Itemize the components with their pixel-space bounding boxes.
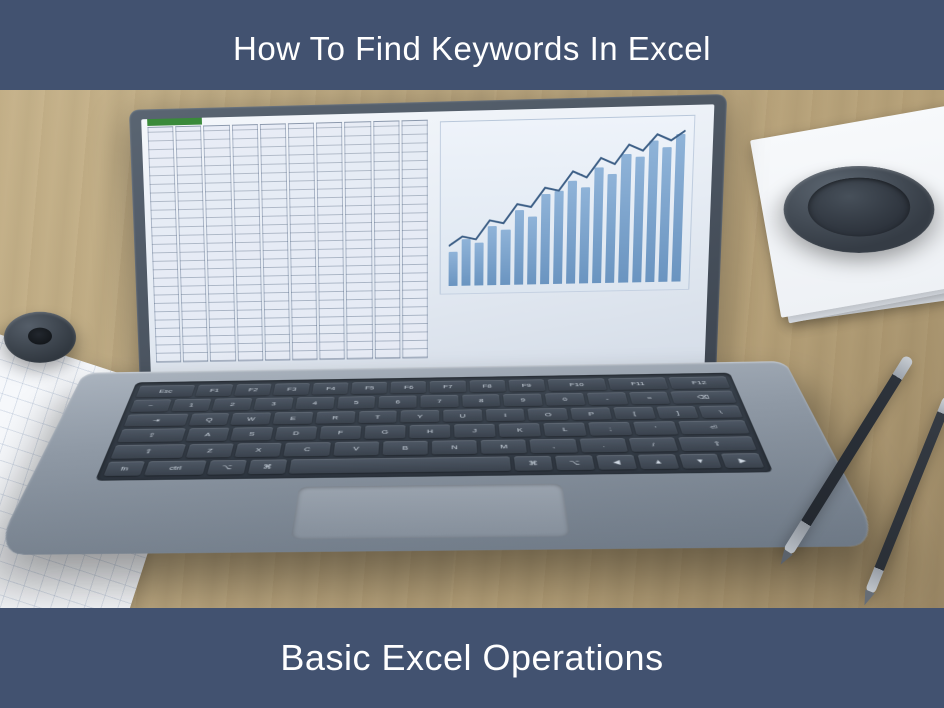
keyboard-key: G [364, 425, 405, 439]
keyboard-key: F3 [273, 383, 310, 395]
hero-image: EscF1F2F3F4 F5F6 F7F8F9F10F11F12 ~123456789… [0, 90, 944, 608]
keyboard-key: . [579, 438, 628, 452]
keyboard-key: ; [588, 422, 632, 436]
laptop-base: EscF1F2F3F4 F5F6 F7F8F9F10F11F12 ~123456789… [0, 361, 882, 555]
keyboard-key: Z [186, 444, 234, 458]
keyboard-key: 7 [421, 395, 459, 408]
earbud-device [2, 312, 78, 363]
keyboard-key: 5 [337, 396, 376, 409]
keyboard-key: Esc [136, 385, 195, 397]
keyboard-key: / [629, 438, 679, 452]
keyboard-key: - [587, 392, 628, 405]
spreadsheet-chart [440, 115, 696, 295]
keyboard-key: F9 [508, 379, 545, 391]
keyboard-key: F8 [469, 380, 505, 392]
keyboard-key: \ [699, 405, 743, 418]
keyboard-key: ⏎ [679, 421, 750, 435]
keyboard-key: 0 [545, 393, 585, 406]
keyboard-key: 8 [462, 394, 501, 407]
laptop-keyboard: EscF1F2F3F4 F5F6 F7F8F9F10F11F12 ~123456789… [95, 373, 773, 481]
keyboard-key: ⌥ [207, 460, 247, 475]
keyboard-key: ' [633, 422, 678, 436]
keyboard-key: Q [188, 413, 229, 426]
keyboard-key: ~ [130, 399, 171, 412]
page-title: How To Find Keywords In Excel [233, 30, 711, 68]
keyboard-key: F5 [352, 382, 388, 394]
keyboard-key: = [629, 392, 671, 405]
laptop: EscF1F2F3F4 F5F6 F7F8F9F10F11F12 ~123456789… [75, 104, 774, 608]
keyboard-key: 6 [379, 395, 417, 408]
keyboard-key: ▶ [721, 453, 764, 468]
keyboard-key: ctrl [144, 461, 206, 476]
keyboard-key: M [481, 440, 527, 454]
keyboard-key: ⇧ [678, 437, 757, 452]
keyboard-key [289, 457, 511, 474]
keyboard-key: ▲ [638, 454, 680, 469]
keyboard-key: S [230, 427, 273, 441]
keyboard-key: U [443, 409, 482, 422]
keyboard-key: D [275, 427, 317, 441]
keyboard-key: ⌥ [555, 455, 595, 470]
keyboard-key: ◀ [596, 455, 637, 470]
keyboard-key: ⇥ [124, 413, 189, 426]
keyboard-key: X [235, 443, 282, 457]
header-bar: How To Find Keywords In Excel [0, 0, 944, 90]
keyboard-key: F1 [195, 384, 233, 396]
tutorial-card: How To Find Keywords In Excel [0, 0, 944, 708]
laptop-trackpad [291, 484, 571, 540]
category-title: Basic Excel Operations [280, 637, 663, 679]
keyboard-key: A [186, 428, 230, 442]
keyboard-key: O [528, 408, 569, 421]
keyboard-key: F6 [391, 381, 426, 393]
keyboard-key: F12 [668, 376, 730, 389]
keyboard-key: F4 [312, 382, 348, 394]
keyboard-key: R [315, 411, 355, 424]
keyboard-key: ] [656, 406, 699, 419]
keyboard-key: B [382, 441, 427, 455]
keyboard-key: ⇪ [117, 429, 185, 443]
keyboard-key: P [570, 407, 612, 420]
keyboard-key: Y [401, 410, 440, 423]
keyboard-key: C [284, 442, 331, 456]
keyboard-key: F11 [608, 377, 669, 389]
keyboard-key: K [499, 424, 541, 438]
laptop-screen [141, 104, 714, 374]
keyboard-key: I [486, 408, 526, 421]
keyboard-key: F [319, 426, 361, 440]
keyboard-key: L [543, 423, 586, 437]
keyboard-key: 4 [295, 397, 334, 410]
keyboard-key: [ [613, 407, 655, 420]
keyboard-key: F2 [234, 384, 272, 396]
keyboard-key: J [454, 424, 495, 438]
keyboard-key: W [231, 412, 272, 425]
keyboard-key: F10 [547, 378, 606, 390]
keyboard-key: F7 [430, 381, 466, 393]
keyboard-key: V [333, 442, 379, 456]
keyboard-key: ⌫ [671, 391, 737, 404]
keyboard-key: 2 [212, 398, 252, 411]
keyboard-key: E [273, 412, 313, 425]
keyboard-key: T [358, 410, 397, 423]
footer-bar: Basic Excel Operations [0, 608, 944, 708]
keyboard-key: ▼ [679, 454, 721, 469]
keyboard-key: 1 [171, 399, 212, 412]
keyboard-key: ⌘ [514, 456, 553, 471]
keyboard-key: fn [104, 461, 145, 476]
keyboard-key: 3 [254, 397, 294, 410]
round-coaster [784, 130, 934, 280]
keyboard-key: ⇧ [111, 444, 186, 459]
keyboard-key: ⌘ [248, 460, 287, 475]
keyboard-key: 9 [503, 393, 542, 406]
keyboard-key: H [409, 425, 450, 439]
laptop-screen-frame [129, 94, 727, 392]
keyboard-key: , [530, 439, 578, 453]
spreadsheet-grid [147, 120, 427, 363]
keyboard-key: N [432, 440, 477, 454]
